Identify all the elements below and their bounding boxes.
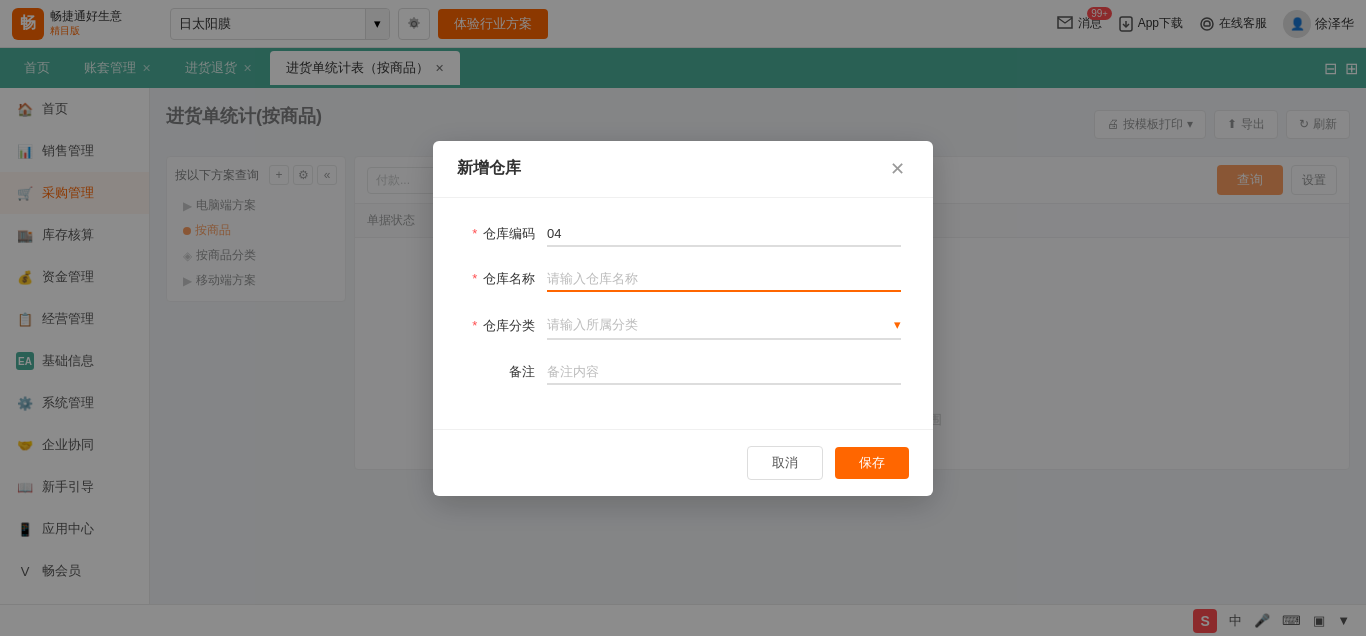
new-warehouse-modal: 新增仓库 ✕ * 仓库编码 * 仓库名称 (433, 141, 933, 496)
form-row-category: * 仓库分类 请输入所属分类 ▾ (465, 312, 901, 340)
name-input[interactable] (547, 267, 901, 292)
modal-footer: 取消 保存 (433, 429, 933, 496)
category-select[interactable]: 请输入所属分类 ▾ (547, 312, 901, 340)
code-label: * 仓库编码 (465, 225, 535, 243)
category-label: * 仓库分类 (465, 317, 535, 335)
modal-header: 新增仓库 ✕ (433, 141, 933, 198)
note-input[interactable] (547, 360, 901, 385)
modal-close-btn[interactable]: ✕ (885, 157, 909, 181)
code-input[interactable] (547, 222, 901, 247)
form-row-note: 备注 (465, 360, 901, 385)
name-label: * 仓库名称 (465, 270, 535, 288)
save-btn[interactable]: 保存 (835, 447, 909, 479)
modal-overlay: 新增仓库 ✕ * 仓库编码 * 仓库名称 (0, 0, 1366, 636)
form-row-code: * 仓库编码 (465, 222, 901, 247)
modal-body: * 仓库编码 * 仓库名称 * 仓库分类 请输入所属 (433, 198, 933, 429)
note-label: 备注 (465, 363, 535, 381)
form-row-name: * 仓库名称 (465, 267, 901, 292)
cancel-btn[interactable]: 取消 (747, 446, 823, 480)
category-dropdown-icon: ▾ (894, 317, 901, 332)
modal-title: 新增仓库 (457, 158, 521, 179)
